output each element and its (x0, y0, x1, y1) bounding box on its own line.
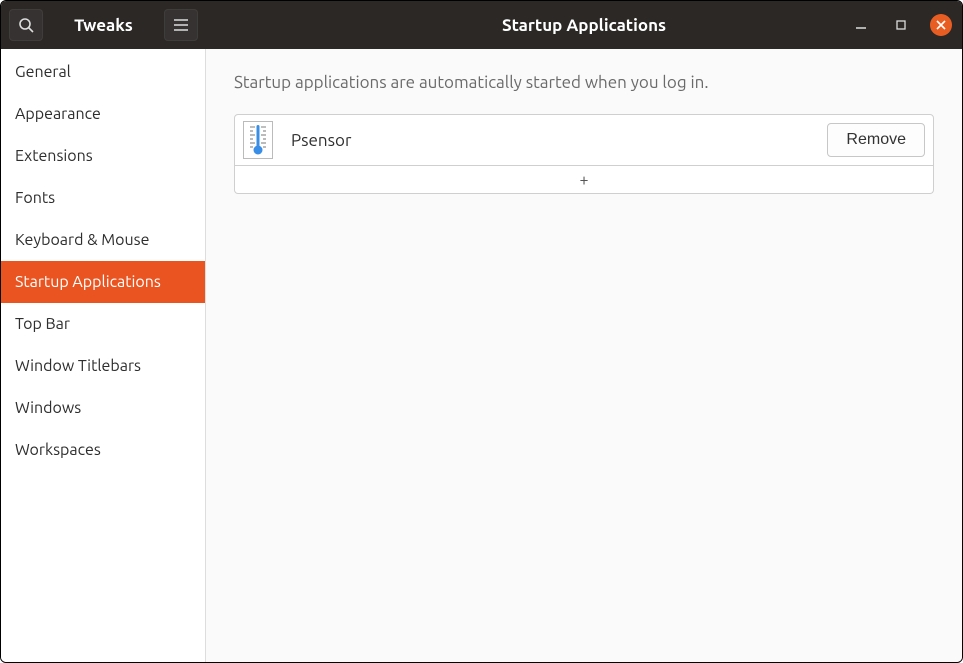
menu-button[interactable] (164, 9, 198, 41)
remove-button[interactable]: Remove (827, 123, 925, 157)
sidebar-item-windows[interactable]: Windows (1, 387, 205, 429)
content-pane: Startup applications are automatically s… (206, 49, 962, 662)
minimize-button[interactable] (850, 14, 872, 36)
plus-icon: + (579, 171, 588, 189)
sidebar-item-keyboard-mouse[interactable]: Keyboard & Mouse (1, 219, 205, 261)
maximize-icon (896, 20, 906, 30)
sidebar-item-workspaces[interactable]: Workspaces (1, 429, 205, 471)
search-icon (18, 17, 34, 33)
sidebar-item-fonts[interactable]: Fonts (1, 177, 205, 219)
tweaks-window: Tweaks Startup Applications (0, 0, 963, 663)
thermometer-icon (243, 121, 273, 159)
startup-app-row: Psensor Remove (234, 114, 934, 166)
titlebar-left-section: Tweaks (1, 1, 206, 49)
sidebar-item-extensions[interactable]: Extensions (1, 135, 205, 177)
sidebar-item-top-bar[interactable]: Top Bar (1, 303, 205, 345)
maximize-button[interactable] (890, 14, 912, 36)
search-button[interactable] (9, 9, 43, 41)
add-startup-app-button[interactable]: + (234, 166, 934, 194)
app-title: Tweaks (43, 16, 164, 35)
titlebar: Tweaks Startup Applications (1, 1, 962, 49)
sidebar-item-window-titlebars[interactable]: Window Titlebars (1, 345, 205, 387)
minimize-icon (856, 20, 866, 30)
sidebar: GeneralAppearanceExtensionsFontsKeyboard… (1, 49, 206, 662)
close-button[interactable] (930, 14, 952, 36)
close-icon (936, 20, 946, 30)
page-title: Startup Applications (206, 16, 962, 35)
body: GeneralAppearanceExtensionsFontsKeyboard… (1, 49, 962, 662)
sidebar-item-general[interactable]: General (1, 51, 205, 93)
startup-app-name: Psensor (291, 131, 809, 150)
window-controls (850, 1, 952, 49)
description-text: Startup applications are automatically s… (234, 73, 934, 92)
hamburger-icon (174, 19, 188, 31)
sidebar-item-appearance[interactable]: Appearance (1, 93, 205, 135)
sidebar-item-startup-applications[interactable]: Startup Applications (1, 261, 205, 303)
